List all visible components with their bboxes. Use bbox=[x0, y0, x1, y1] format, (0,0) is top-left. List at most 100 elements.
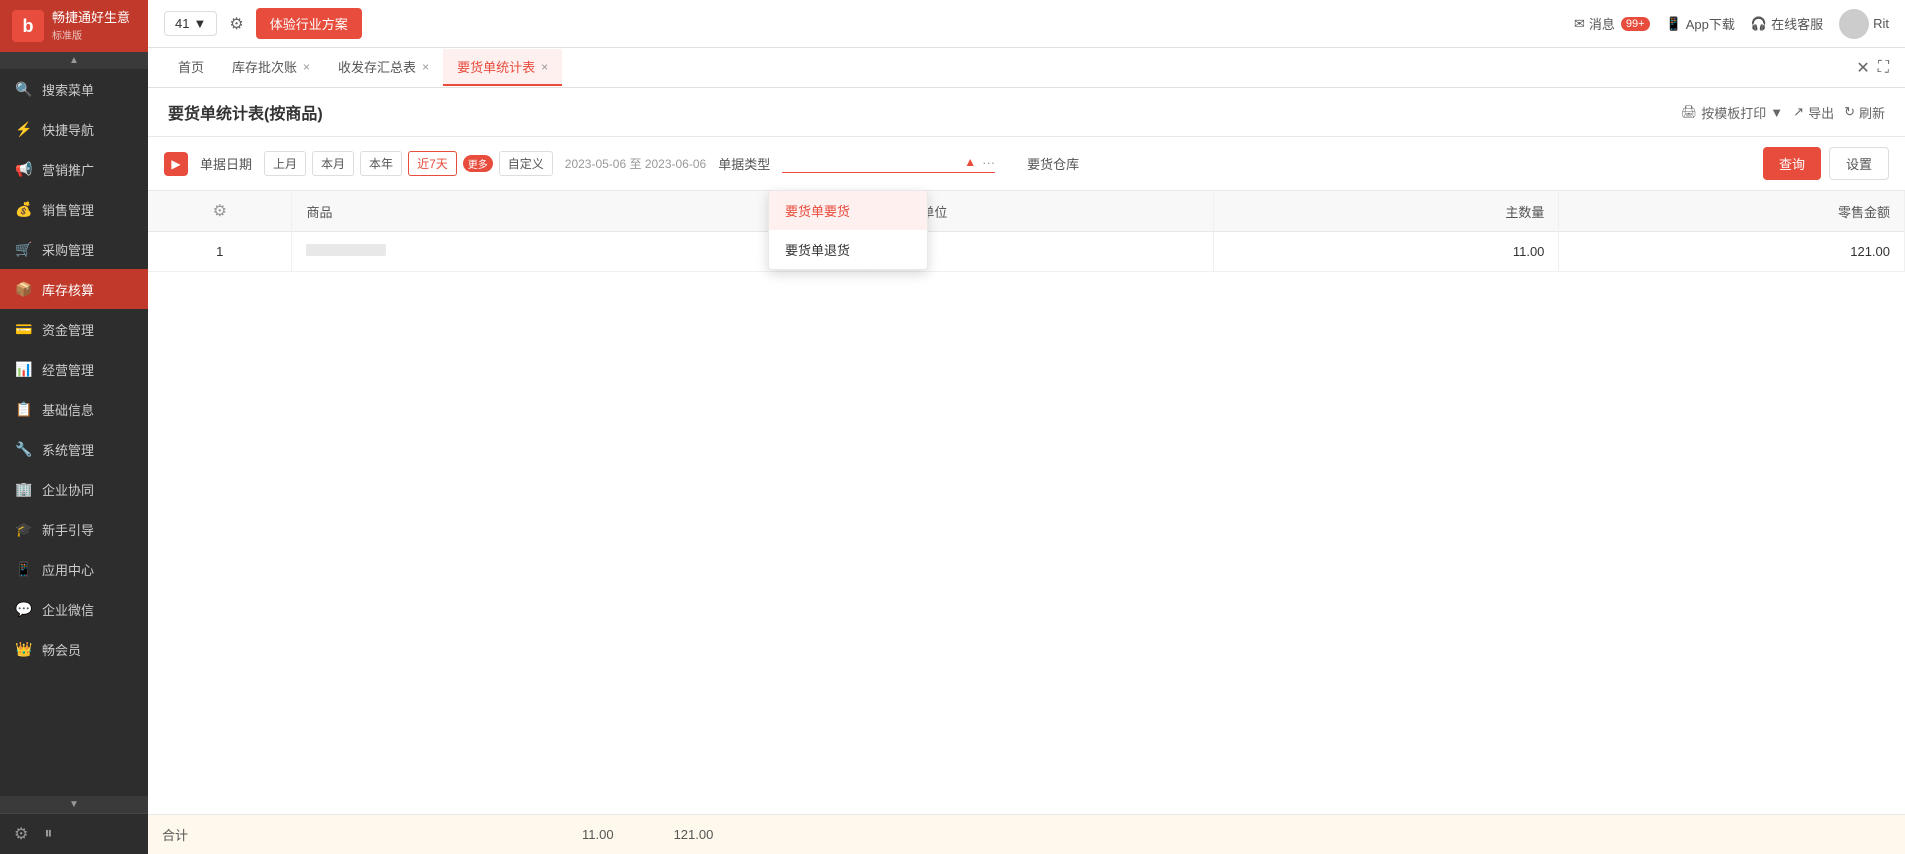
sidebar-item-finance[interactable]: 💳 资金管理 bbox=[0, 309, 148, 349]
tab-receivable-summary[interactable]: 收发存汇总表 × bbox=[324, 49, 443, 86]
date-btn-custom[interactable]: 自定义 bbox=[499, 151, 553, 176]
table-footer: 合计 11.00 121.00 bbox=[148, 814, 1905, 854]
sidebar-label-finance: 资金管理 bbox=[42, 320, 94, 339]
print-label: 按模板打印 bbox=[1701, 103, 1766, 122]
tab-receivable-summary-label: 收发存汇总表 bbox=[338, 57, 416, 76]
sidebar: b 畅捷通好生意 标准版 ▲ 🔍 搜索菜单 ⚡ 快捷导航 📢 营销推广 💰 销售… bbox=[0, 0, 148, 854]
logo-sub: 标准版 bbox=[52, 27, 130, 42]
sidebar-bottom: ⚙ ⏸ bbox=[0, 813, 148, 854]
dropdown-item-requisition-order[interactable]: 要货单要货 bbox=[769, 191, 927, 230]
operation-icon: 📊 bbox=[14, 359, 34, 379]
cell-amount: 121.00 bbox=[1559, 232, 1905, 272]
tab-home[interactable]: 首页 bbox=[164, 49, 218, 86]
doc-type-input[interactable] bbox=[782, 155, 958, 170]
sidebar-item-purchase[interactable]: 🛒 采购管理 bbox=[0, 229, 148, 269]
query-button[interactable]: 查询 bbox=[1763, 147, 1821, 180]
sidebar-scroll-up[interactable]: ▲ bbox=[0, 52, 148, 69]
finance-icon: 💳 bbox=[14, 319, 34, 339]
sidebar-item-basic[interactable]: 📋 基础信息 bbox=[0, 389, 148, 429]
refresh-icon: ↻ bbox=[1844, 104, 1855, 120]
sidebar-item-vip[interactable]: 👑 畅会员 bbox=[0, 629, 148, 669]
message-icon: ✉ bbox=[1574, 16, 1585, 32]
table-header-row: ⚙ 商品 主计量单位 主数量 零售金额 bbox=[148, 191, 1905, 232]
date-range-display: 2023-05-06 至 2023-06-06 bbox=[565, 155, 706, 172]
topbar: 41 ▼ ⚙ 体验行业方案 ✉ 消息 99+ 📱 App下载 🎧 在线客服 R bbox=[148, 0, 1905, 48]
tab-inventory-batch-close[interactable]: × bbox=[303, 60, 310, 74]
tab-requisition-stats[interactable]: 要货单统计表 × bbox=[443, 49, 562, 86]
tabs-actions: ✕ ⛶ bbox=[1856, 58, 1889, 78]
tab-inventory-batch[interactable]: 库存批次账 × bbox=[218, 49, 324, 86]
service-button[interactable]: 🎧 在线客服 bbox=[1751, 14, 1823, 33]
app-label: App下载 bbox=[1686, 14, 1735, 33]
tab-inventory-batch-label: 库存批次账 bbox=[232, 57, 297, 76]
doc-type-chevron-up-icon: ▲ bbox=[964, 155, 976, 169]
enterprise-icon: 🏢 bbox=[14, 479, 34, 499]
data-table: ⚙ 商品 主计量单位 主数量 零售金额 1 块 bbox=[148, 191, 1905, 272]
doc-type-select[interactable]: ▲ ··· bbox=[782, 155, 995, 173]
settings-button[interactable]: 设置 bbox=[1829, 147, 1889, 180]
basic-icon: 📋 bbox=[14, 399, 34, 419]
refresh-label: 刷新 bbox=[1859, 103, 1885, 122]
sidebar-label-sales: 销售管理 bbox=[42, 200, 94, 219]
doc-type-label: 单据类型 bbox=[718, 154, 770, 173]
messages-button[interactable]: ✉ 消息 99+ bbox=[1574, 14, 1650, 33]
refresh-button[interactable]: ↻ 刷新 bbox=[1844, 103, 1885, 122]
col-settings-icon[interactable]: ⚙ bbox=[213, 203, 227, 220]
col-header-seq: ⚙ bbox=[148, 191, 292, 232]
topbar-left: 41 ▼ ⚙ 体验行业方案 bbox=[164, 8, 362, 39]
sidebar-item-system[interactable]: 🔧 系统管理 bbox=[0, 429, 148, 469]
settings-icon[interactable]: ⚙ bbox=[14, 824, 28, 844]
sidebar-label-vip: 畅会员 bbox=[42, 640, 81, 659]
doc-type-dropdown: 要货单要货 要货单退货 bbox=[768, 190, 928, 270]
service-icon: 🎧 bbox=[1751, 16, 1767, 32]
topbar-right: ✉ 消息 99+ 📱 App下载 🎧 在线客服 Rit bbox=[1574, 9, 1889, 39]
date-btn-last-7-days[interactable]: 近7天 bbox=[408, 151, 457, 176]
date-btn-this-month[interactable]: 本月 bbox=[312, 151, 354, 176]
print-button[interactable]: 🖨 按模板打印 ▼ bbox=[1681, 103, 1783, 122]
warehouse-label: 要货仓库 bbox=[1027, 154, 1079, 173]
sidebar-item-wechat[interactable]: 💬 企业微信 bbox=[0, 589, 148, 629]
export-button[interactable]: ↗ 导出 bbox=[1793, 103, 1834, 122]
page-header: 要货单统计表(按商品) 🖨 按模板打印 ▼ ↗ 导出 ↻ 刷新 bbox=[148, 88, 1905, 137]
wechat-icon: 💬 bbox=[14, 599, 34, 619]
app-download-button[interactable]: 📱 App下载 bbox=[1666, 14, 1735, 33]
sidebar-label-appcenter: 应用中心 bbox=[42, 560, 94, 579]
user-profile[interactable]: Rit bbox=[1839, 9, 1889, 39]
col-header-qty: 主数量 bbox=[1213, 191, 1559, 232]
table-row: 1 块 11.00 121.00 bbox=[148, 232, 1905, 272]
dropdown-item-requisition-return[interactable]: 要货单退货 bbox=[769, 230, 927, 269]
tab-requisition-stats-close[interactable]: × bbox=[541, 60, 548, 74]
sidebar-label-operation: 经营管理 bbox=[42, 360, 94, 379]
sidebar-item-quicknav[interactable]: ⚡ 快捷导航 bbox=[0, 109, 148, 149]
sidebar-label-marketing: 营销推广 bbox=[42, 160, 94, 179]
messages-label: 消息 bbox=[1589, 14, 1615, 33]
sidebar-item-sales[interactable]: 💰 销售管理 bbox=[0, 189, 148, 229]
date-btn-last-month[interactable]: 上月 bbox=[264, 151, 306, 176]
date-btn-this-year[interactable]: 本年 bbox=[360, 151, 402, 176]
footer-label: 合计 bbox=[162, 825, 362, 844]
sidebar-item-operation[interactable]: 📊 经营管理 bbox=[0, 349, 148, 389]
sidebar-item-guide[interactable]: 🎓 新手引导 bbox=[0, 509, 148, 549]
sidebar-item-marketing[interactable]: 📢 营销推广 bbox=[0, 149, 148, 189]
sidebar-label-system: 系统管理 bbox=[42, 440, 94, 459]
sidebar-item-enterprise[interactable]: 🏢 企业协同 bbox=[0, 469, 148, 509]
filter-expand-button[interactable]: ▶ bbox=[164, 152, 188, 176]
trial-button[interactable]: 体验行业方案 bbox=[256, 8, 362, 39]
close-all-icon[interactable]: ✕ bbox=[1856, 58, 1869, 78]
tab-receivable-summary-close[interactable]: × bbox=[422, 60, 429, 74]
collapse-icon[interactable]: ⏸ bbox=[44, 825, 52, 843]
footer-amount: 121.00 bbox=[674, 827, 714, 842]
sidebar-item-search[interactable]: 🔍 搜索菜单 bbox=[0, 69, 148, 109]
chevron-down-icon: ▼ bbox=[193, 16, 206, 31]
sidebar-item-inventory[interactable]: 📦 库存核算 bbox=[0, 269, 148, 309]
sidebar-item-appcenter[interactable]: 📱 应用中心 bbox=[0, 549, 148, 589]
topbar-dropdown[interactable]: 41 ▼ bbox=[164, 11, 217, 36]
maximize-icon[interactable]: ⛶ bbox=[1878, 59, 1889, 77]
logo-text-wrap: 畅捷通好生意 标准版 bbox=[52, 10, 130, 42]
doc-type-more-icon[interactable]: ··· bbox=[982, 155, 995, 170]
gear-icon[interactable]: ⚙ bbox=[229, 14, 243, 34]
sidebar-scroll-down[interactable]: ▼ bbox=[0, 796, 148, 813]
content-area: 要货单统计表(按商品) 🖨 按模板打印 ▼ ↗ 导出 ↻ 刷新 ▶ bbox=[148, 88, 1905, 854]
date-options-group: 上月 本月 本年 近7天 更多 自定义 bbox=[264, 151, 553, 176]
system-icon: 🔧 bbox=[14, 439, 34, 459]
